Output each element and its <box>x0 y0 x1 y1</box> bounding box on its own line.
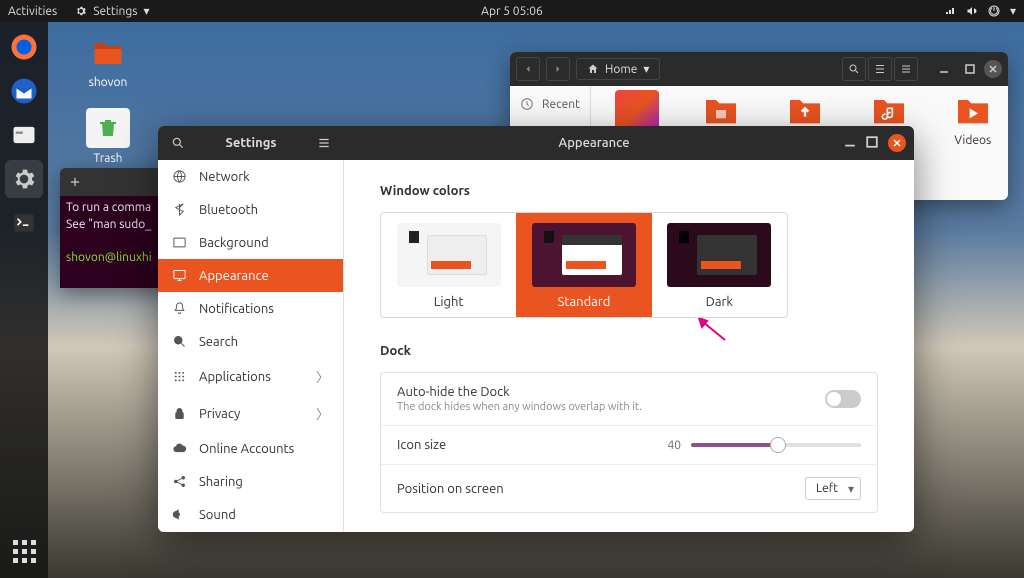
chevron-down-icon: ▾ <box>643 62 649 76</box>
dock-terminal[interactable] <box>5 204 43 242</box>
dock-position-row: Position on screen Left <box>381 465 877 512</box>
gear-icon <box>75 5 87 17</box>
files-search-button[interactable] <box>842 57 866 81</box>
settings-window: Settings Appearance Network Bluetooth Ba… <box>158 126 914 532</box>
system-menu-chevron-icon[interactable]: ▾ <box>1010 4 1016 18</box>
apps-icon <box>172 369 187 384</box>
settings-panel: Window colors Light Standard Dark Dock <box>344 160 914 532</box>
sidebar-item-appearance[interactable]: Appearance <box>158 259 343 292</box>
dock-iconsize-row: Icon size 40 <box>381 426 877 465</box>
files-close-button[interactable] <box>984 60 1002 78</box>
dock-heading: Dock <box>380 344 878 358</box>
volume-indicator-icon[interactable] <box>966 5 978 17</box>
window-color-standard[interactable]: Standard <box>516 213 651 317</box>
files-item-videos[interactable]: Videos <box>951 90 995 196</box>
dock-thunderbird[interactable] <box>5 72 43 110</box>
files-maximize-button[interactable] <box>958 57 982 81</box>
cloud-icon <box>172 441 187 456</box>
dock-settings[interactable] <box>5 160 43 198</box>
settings-sidebar-title: Settings <box>225 136 276 150</box>
iconsize-label: Icon size <box>397 438 446 452</box>
position-dropdown[interactable]: Left <box>805 477 861 500</box>
settings-maximize-button[interactable] <box>866 136 878 151</box>
position-label: Position on screen <box>397 482 504 496</box>
background-icon <box>172 235 187 250</box>
lock-icon <box>172 406 187 421</box>
clock-icon <box>520 97 534 111</box>
settings-minimize-button[interactable] <box>844 136 856 151</box>
settings-headerbar: Settings Appearance <box>158 126 914 160</box>
chevron-right-icon: 〉 <box>316 404 329 423</box>
sidebar-item-background[interactable]: Background <box>158 226 343 259</box>
settings-search-button[interactable] <box>166 131 190 155</box>
files-headerbar: Home ▾ <box>510 52 1008 86</box>
desktop-trash[interactable]: Trash <box>76 108 140 165</box>
appearance-icon <box>172 268 187 283</box>
sidebar-item-search[interactable]: Search <box>158 325 343 358</box>
network-indicator-icon[interactable] <box>944 5 956 17</box>
home-icon <box>587 63 599 75</box>
top-bar: Activities Settings ▾ Apr 5 05:06 ▾ <box>0 0 1024 22</box>
sidebar-item-online-accounts[interactable]: Online Accounts <box>158 432 343 465</box>
sidebar-item-applications[interactable]: Applications〉 <box>158 358 343 395</box>
files-forward-button[interactable] <box>546 57 570 81</box>
iconsize-slider[interactable] <box>691 443 861 447</box>
dock <box>0 22 48 578</box>
activities-button[interactable]: Activities <box>8 5 57 18</box>
window-color-dark[interactable]: Dark <box>652 213 787 317</box>
settings-panel-title: Appearance <box>344 136 844 150</box>
search-icon <box>172 334 187 349</box>
chevron-right-icon: 〉 <box>316 367 329 386</box>
files-back-button[interactable] <box>516 57 540 81</box>
desktop-home-folder[interactable]: shovon <box>76 32 140 89</box>
clock[interactable]: Apr 5 05:06 <box>481 5 543 18</box>
files-pathbar[interactable]: Home ▾ <box>576 58 660 80</box>
power-indicator-icon[interactable] <box>988 5 1000 17</box>
share-icon <box>172 474 187 489</box>
sidebar-item-bluetooth[interactable]: Bluetooth <box>158 193 343 226</box>
sidebar-item-network[interactable]: Network <box>158 160 343 193</box>
files-menu-button[interactable] <box>894 57 918 81</box>
sidebar-item-privacy[interactable]: Privacy〉 <box>158 395 343 432</box>
plus-icon <box>68 175 82 189</box>
dock-settings-panel: Auto-hide the Dock The dock hides when a… <box>380 372 878 513</box>
bluetooth-icon <box>172 202 187 217</box>
dock-autohide-row: Auto-hide the Dock The dock hides when a… <box>381 373 877 426</box>
files-minimize-button[interactable] <box>932 57 956 81</box>
window-colors-options: Light Standard Dark <box>380 212 788 318</box>
settings-menu-button[interactable] <box>312 131 336 155</box>
files-sidebar-recent[interactable]: Recent <box>510 92 590 116</box>
dock-files[interactable] <box>5 116 43 154</box>
sound-icon <box>172 507 187 522</box>
bell-icon <box>172 301 187 316</box>
files-view-button[interactable] <box>868 57 892 81</box>
autohide-description: The dock hides when any windows overlap … <box>397 401 642 413</box>
settings-sidebar: Network Bluetooth Background Appearance … <box>158 160 344 532</box>
app-menu[interactable]: Settings ▾ <box>75 4 149 18</box>
sidebar-item-notifications[interactable]: Notifications <box>158 292 343 325</box>
network-icon <box>172 169 187 184</box>
window-colors-heading: Window colors <box>380 184 878 198</box>
terminal-prompt: shovon@linuxhi <box>66 251 152 264</box>
window-color-light[interactable]: Light <box>381 213 516 317</box>
sidebar-item-sharing[interactable]: Sharing <box>158 465 343 498</box>
autohide-switch[interactable] <box>825 390 861 408</box>
autohide-label: Auto-hide the Dock <box>397 385 642 399</box>
iconsize-value: 40 <box>667 439 681 452</box>
show-applications[interactable] <box>5 532 43 570</box>
dock-firefox[interactable] <box>5 28 43 66</box>
sidebar-item-sound[interactable]: Sound <box>158 498 343 531</box>
settings-close-button[interactable] <box>888 134 906 152</box>
